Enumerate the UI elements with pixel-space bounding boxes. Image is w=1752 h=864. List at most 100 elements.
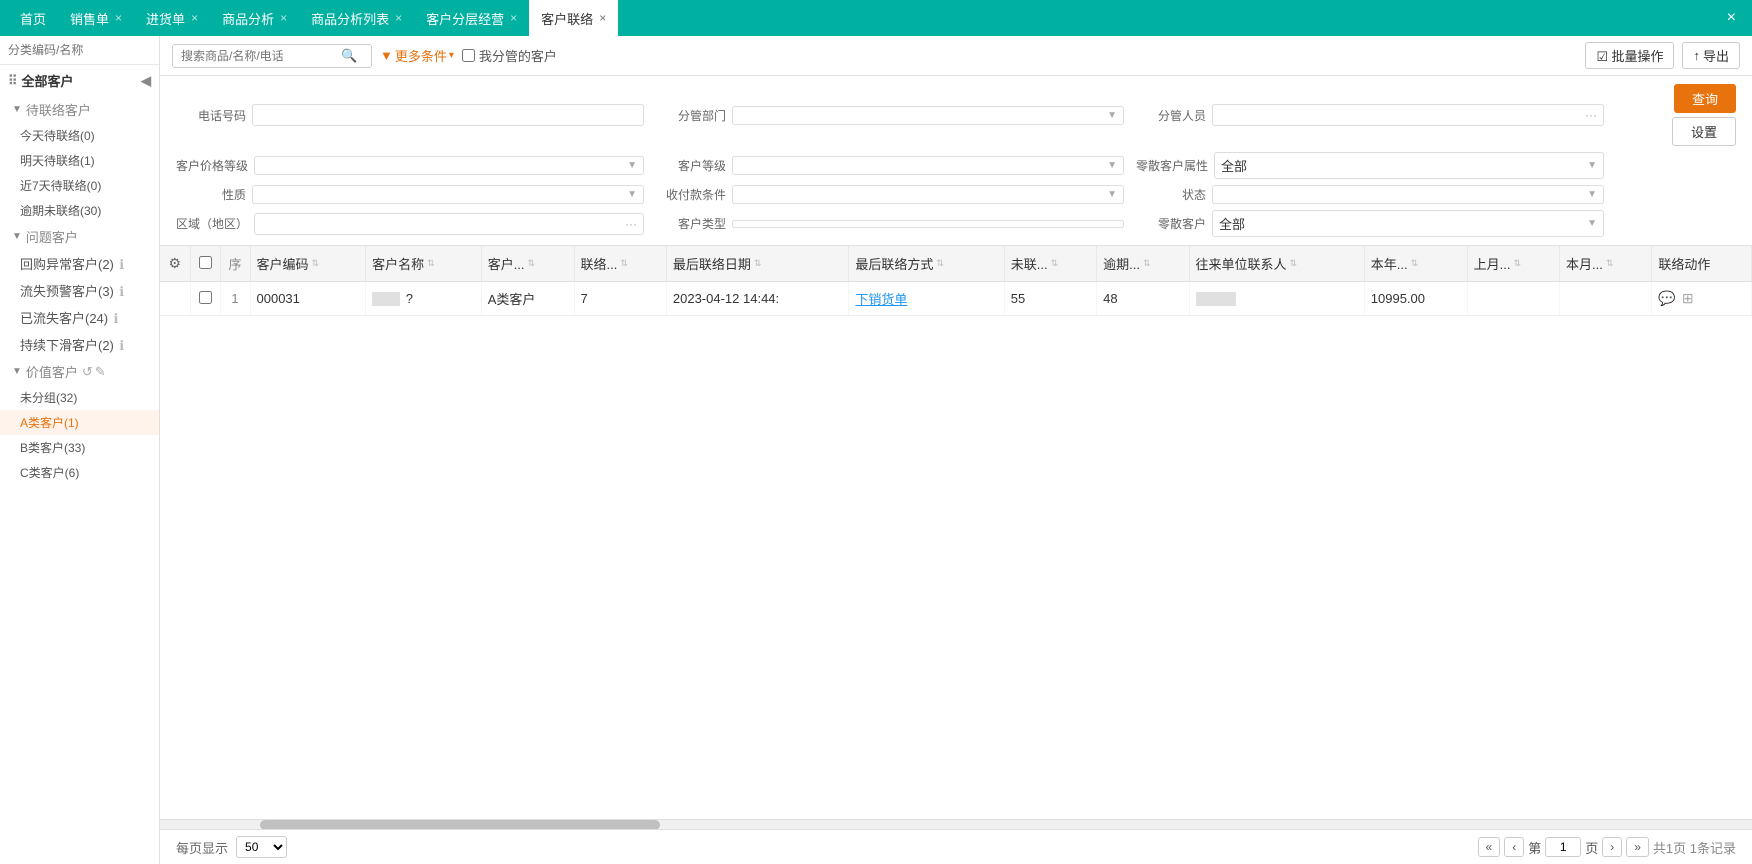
triangle-icon: ▼ [12, 104, 22, 115]
close-tab-customer-segment[interactable]: × [510, 11, 517, 25]
setting-button[interactable]: 设置 [1672, 117, 1736, 146]
edit-group-icon[interactable]: ✎ [95, 364, 106, 380]
sidebar: 🔍 ⠿ 全部客户 ◀ ▼ 待联络客户 今天待联络(0) 明天待联络(1) 近7天… [0, 36, 160, 864]
content-area: 🔍 ▼ 更多条件 ▾ 我分管的客户 ☑ 批量操作 ↑ 导出 [160, 36, 1752, 864]
close-tab-sales[interactable]: × [115, 11, 122, 25]
status-dropdown[interactable]: ▼ [1212, 185, 1604, 204]
nav-tab-analysis-list[interactable]: 商品分析列表 × [299, 0, 414, 36]
query-button[interactable]: 查询 [1674, 84, 1736, 113]
sort-icon-12[interactable]: ⇅ [1606, 258, 1614, 269]
filter-price-level: 客户价格等级 ▼ [176, 156, 644, 175]
td-name: ? [366, 282, 482, 316]
prev-page-btn[interactable]: ‹ [1504, 837, 1524, 857]
td-last-method: 下销货单 [849, 282, 1004, 316]
next-page-btn[interactable]: › [1602, 837, 1622, 857]
group-problem-customers[interactable]: ▼ 问题客户 [0, 223, 159, 250]
sort-icon-2[interactable]: ⇅ [427, 258, 435, 269]
sort-icon-8[interactable]: ⇅ [1143, 258, 1151, 269]
sort-icon-6[interactable]: ⇅ [936, 258, 944, 269]
export-button[interactable]: ↑ 导出 [1682, 42, 1740, 69]
sidebar-item-class-b[interactable]: B类客户(33) [0, 435, 159, 460]
dept-dropdown[interactable]: ▼ [732, 106, 1124, 125]
sort-icon-5[interactable]: ⇅ [754, 258, 762, 269]
customer-level-dropdown[interactable]: ▼ [732, 156, 1124, 175]
retail-attr-dropdown[interactable]: 全部 ▼ [1214, 152, 1604, 179]
settings-icon[interactable]: ⚙ [168, 255, 181, 271]
phone-input[interactable] [252, 104, 644, 126]
grid-icon: ⠿ [8, 73, 18, 89]
manager-input[interactable]: ··· [1212, 104, 1604, 126]
sort-icon[interactable]: ⇅ [312, 258, 320, 269]
sidebar-collapse-btn[interactable]: ◀ [141, 73, 151, 89]
more-conditions-btn[interactable]: ▼ 更多条件 ▾ [380, 46, 454, 65]
sidebar-item-tomorrow[interactable]: 明天待联络(1) [0, 148, 159, 173]
payment-dropdown[interactable]: ▼ [732, 185, 1124, 204]
th-last-method: 最后联络方式 ⇅ [849, 246, 1004, 282]
sidebar-item-declining[interactable]: 持续下滑客户(2) ℹ [0, 331, 159, 358]
chevron-icon-5: ▼ [1107, 189, 1117, 200]
group-pending-contact[interactable]: ▼ 待联络客户 [0, 96, 159, 123]
sidebar-item-repurchase-abnormal[interactable]: 回购异常客户(2) ℹ [0, 250, 159, 277]
select-all-checkbox[interactable] [199, 256, 212, 269]
sidebar-item-churn-warning[interactable]: 流失预警客户(3) ℹ [0, 277, 159, 304]
first-page-btn[interactable]: « [1478, 837, 1501, 857]
sidebar-item-class-c[interactable]: C类客户(6) [0, 460, 159, 485]
region-input[interactable]: ··· [254, 213, 644, 235]
td-index: 1 [220, 282, 250, 316]
triangle-icon-2: ▼ [12, 231, 22, 242]
close-all-tabs[interactable]: × [1719, 9, 1744, 27]
my-customers-checkbox[interactable] [462, 49, 475, 62]
close-tab-analysis-list[interactable]: × [395, 11, 402, 25]
search-icon[interactable]: 🔍 [341, 48, 357, 64]
retail-customer-dropdown[interactable]: 全部 ▼ [1212, 210, 1604, 237]
batch-ops-button[interactable]: ☑ 批量操作 [1585, 42, 1674, 69]
th-name: 客户名称 ⇅ [366, 246, 482, 282]
my-customers-label[interactable]: 我分管的客户 [462, 46, 557, 65]
td-contact-count: 7 [574, 282, 666, 316]
sort-icon-7[interactable]: ⇅ [1051, 258, 1059, 269]
sidebar-item-today[interactable]: 今天待联络(0) [0, 123, 159, 148]
sidebar-item-churned[interactable]: 已流失客户(24) ℹ [0, 304, 159, 331]
chat-action-icon[interactable]: 💬 [1658, 290, 1675, 307]
group-value-customers[interactable]: ▼ 价值客户 ↺ ✎ [0, 358, 159, 385]
nav-tab-analysis[interactable]: 商品分析 × [210, 0, 299, 36]
price-level-dropdown[interactable]: ▼ [254, 156, 644, 175]
nav-home[interactable]: 首页 [8, 0, 58, 36]
sort-icon-11[interactable]: ⇅ [1513, 258, 1521, 269]
td-last-month [1467, 282, 1559, 316]
td-this-year: 10995.00 [1364, 282, 1467, 316]
nav-tab-customer-segment[interactable]: 客户分层经营 × [414, 0, 529, 36]
page-label: 第 [1528, 838, 1541, 857]
nav-tab-customer-contact[interactable]: 客户联络 × [529, 0, 618, 36]
sidebar-item-7days[interactable]: 近7天待联络(0) [0, 173, 159, 198]
all-customers-label: 全部客户 [22, 71, 74, 90]
sidebar-item-class-a[interactable]: A类客户(1) [0, 410, 159, 435]
last-page-btn[interactable]: » [1626, 837, 1649, 857]
dept-label: 分管部门 [656, 107, 726, 124]
nav-tab-purchase[interactable]: 进货单 × [134, 0, 210, 36]
close-tab-purchase[interactable]: × [191, 11, 198, 25]
sidebar-search-input[interactable] [8, 43, 160, 57]
customer-type-input[interactable] [732, 220, 1124, 228]
horizontal-scrollbar[interactable] [160, 819, 1752, 829]
last-method-link[interactable]: 下销货单 [855, 292, 907, 307]
close-tab-analysis[interactable]: × [280, 11, 287, 25]
nav-tab-sales[interactable]: 销售单 × [58, 0, 134, 36]
sort-icon-3[interactable]: ⇅ [528, 258, 536, 269]
row-checkbox[interactable] [199, 291, 212, 304]
search-input[interactable] [181, 49, 341, 63]
refresh-icon[interactable]: ↺ [82, 364, 93, 380]
sort-icon-9[interactable]: ⇅ [1290, 258, 1298, 269]
grid-action-icon[interactable]: ⊞ [1682, 290, 1694, 307]
filter-bar-right: ☑ 批量操作 ↑ 导出 [1585, 42, 1740, 69]
price-level-label: 客户价格等级 [176, 157, 248, 174]
sidebar-item-ungrouped[interactable]: 未分组(32) [0, 385, 159, 410]
advanced-filter: 电话号码 分管部门 ▼ 分管人员 ··· [160, 76, 1752, 246]
close-tab-customer-contact[interactable]: × [599, 11, 606, 25]
sort-icon-10[interactable]: ⇅ [1411, 258, 1419, 269]
per-page-select[interactable]: 50 20 100 [236, 836, 287, 858]
nature-dropdown[interactable]: ▼ [252, 185, 644, 204]
sort-icon-4[interactable]: ⇅ [620, 258, 628, 269]
sidebar-item-overdue[interactable]: 逾期未联络(30) [0, 198, 159, 223]
page-input[interactable] [1545, 837, 1581, 857]
